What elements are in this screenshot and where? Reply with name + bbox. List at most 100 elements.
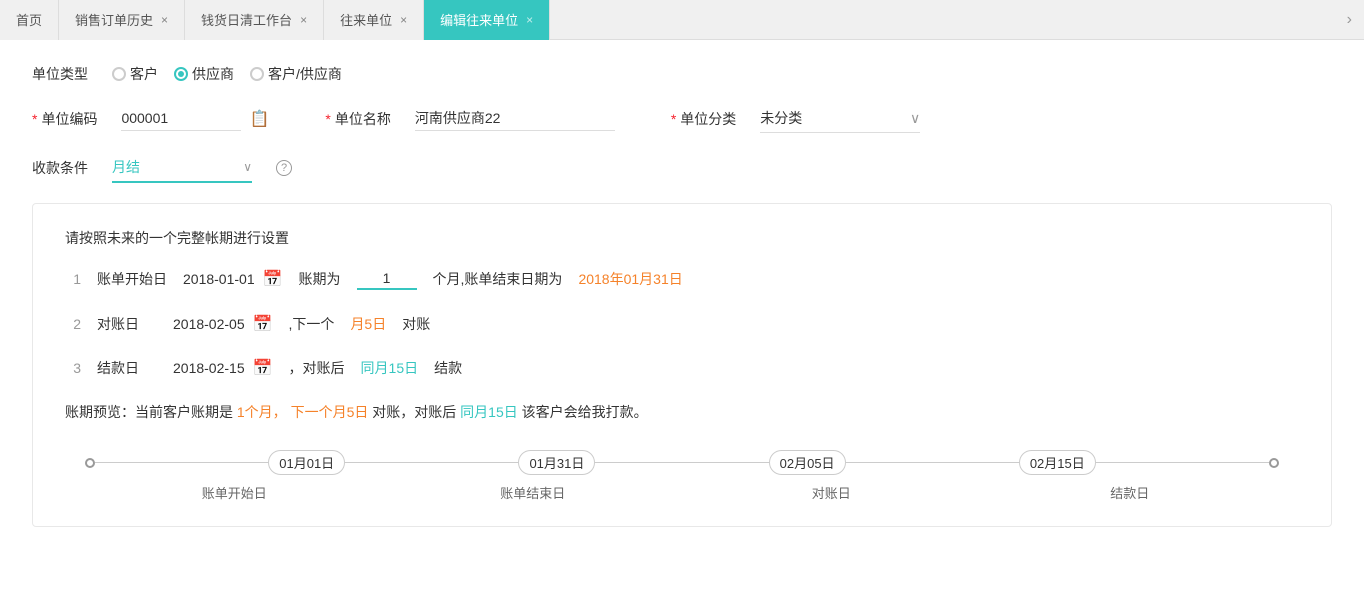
tab-partner-close[interactable]: × (400, 13, 407, 27)
setting-row-2: 2 对账日 2018-02-05 📅 ,下一个 月5日 对账 (65, 314, 1299, 334)
tab-edit-partner[interactable]: 编辑往来单位 × (424, 0, 550, 40)
section-box: 请按照未来的一个完整帐期进行设置 1 账单开始日 2018-01-01 📅 账期… (32, 203, 1332, 527)
code-field-wrap: 📋 (121, 106, 269, 131)
start-date-wrap: 2018-01-01 📅 (183, 269, 283, 289)
radio-both[interactable]: 客户/供应商 (250, 64, 342, 84)
tab-partner-label: 往来单位 (340, 10, 392, 29)
timeline-line-5 (1096, 462, 1269, 463)
radio-supplier[interactable]: 供应商 (174, 64, 234, 84)
preview-h3: 同月15日 (460, 404, 518, 420)
row3-highlight1: 同月15日 (361, 358, 419, 378)
code-label: *单位编码 (32, 109, 97, 129)
row2-desc1: ,下一个 (289, 314, 335, 334)
timeline-tag-4: 02月15日 (1019, 450, 1096, 475)
name-required: * (325, 111, 330, 127)
name-label: *单位名称 (325, 109, 390, 129)
tab-edit-partner-label: 编辑往来单位 (440, 10, 518, 29)
timeline-tag-3: 02月05日 (769, 450, 846, 475)
tabs-bar: 首页 销售订单历史 × 钱货日清工作台 × 往来单位 × 编辑往来单位 × › (0, 0, 1364, 40)
row1-desc-before: 账期为 (299, 269, 341, 289)
category-dropdown[interactable]: 未分类 ∨ (760, 104, 920, 133)
timeline-node-2: 01月31日 (518, 450, 595, 475)
code-input[interactable] (121, 106, 241, 131)
timeline-node-3: 02月05日 (769, 450, 846, 475)
radio-both-label: 客户/供应商 (268, 64, 342, 84)
payment-row: 收款条件 月结 ∨ ? (32, 153, 1332, 183)
preview-prefix: 账期预览：当前客户账期是 (65, 404, 233, 420)
row-num-2: 2 (65, 316, 81, 332)
start-date-value: 2018-01-01 (183, 271, 255, 287)
row1-desc-after: 个月,账单结束日期为 (433, 269, 563, 289)
section-hint: 请按照未来的一个完整帐期进行设置 (65, 228, 1299, 248)
reconcile-date-wrap: 2018-02-05 📅 (173, 314, 273, 334)
tab-arrow-right[interactable]: › (1335, 11, 1364, 29)
radio-customer[interactable]: 客户 (112, 64, 158, 84)
row3-desc2: 结款 (434, 358, 462, 378)
tab-cash-work[interactable]: 钱货日清工作台 × (185, 0, 324, 40)
main-content: 单位类型 客户 供应商 客户/供应商 *单位编码 📋 *单位名称 (0, 40, 1364, 608)
timeline-dot-start (85, 458, 95, 468)
payment-value: 月结 (112, 157, 140, 177)
timeline-label-wrap-3: 对账日 (682, 483, 981, 502)
payment-date-wrap: 2018-02-15 📅 (173, 358, 273, 378)
timeline-line-4 (846, 462, 1019, 463)
timeline-node-4: 02月15日 (1019, 450, 1096, 475)
preview-h2: 下一个月5日 (291, 404, 369, 420)
timeline-node-1: 01月01日 (268, 450, 345, 475)
preview-mid: 对账，对账后 (372, 404, 456, 420)
name-input[interactable] (415, 106, 615, 131)
payment-help-icon[interactable]: ? (276, 160, 292, 176)
radio-customer-label: 客户 (130, 64, 158, 84)
timeline-label-3: 对账日 (812, 483, 851, 502)
category-value: 未分类 (760, 108, 802, 128)
tab-home-label: 首页 (16, 10, 42, 29)
row-label-3: 结款日 (97, 358, 157, 378)
unit-type-label: 单位类型 (32, 64, 88, 84)
timeline-label-wrap-4: 结款日 (981, 483, 1280, 502)
tab-home[interactable]: 首页 (0, 0, 59, 40)
category-required: * (671, 111, 676, 127)
tab-edit-partner-close[interactable]: × (526, 13, 533, 27)
radio-supplier-circle (174, 67, 188, 81)
start-date-icon[interactable]: 📅 (263, 269, 283, 289)
timeline-nodes-row: 01月01日 01月31日 02月05日 02月15日 (65, 450, 1299, 475)
category-chevron-icon: ∨ (910, 110, 920, 127)
row-num-3: 3 (65, 360, 81, 376)
setting-row-3: 3 结款日 2018-02-15 📅 ，对账后 同月15日 结款 (65, 358, 1299, 378)
radio-group: 客户 供应商 客户/供应商 (112, 64, 342, 84)
row1-end-date: 2018年01月31日 (578, 269, 682, 289)
timeline-label-2: 账单结束日 (500, 483, 565, 502)
reconcile-date-icon[interactable]: 📅 (253, 314, 273, 334)
preview-row: 账期预览：当前客户账期是 1个月， 下一个月5日 对账，对账后 同月15日 该客… (65, 402, 1299, 422)
payment-label: 收款条件 (32, 158, 88, 178)
row-label-2: 对账日 (97, 314, 157, 334)
timeline-line-2 (345, 462, 518, 463)
timeline-label-wrap-1: 账单开始日 (85, 483, 384, 502)
payment-date-value: 2018-02-15 (173, 360, 245, 376)
info-row: *单位编码 📋 *单位名称 *单位分类 未分类 ∨ (32, 104, 1332, 133)
tab-cash-work-label: 钱货日清工作台 (201, 10, 292, 29)
timeline-line-1 (95, 462, 268, 463)
radio-supplier-label: 供应商 (192, 64, 234, 84)
tab-sales-history-close[interactable]: × (161, 13, 168, 27)
timeline-labels-row: 账单开始日 账单结束日 对账日 结款日 (65, 475, 1299, 502)
timeline-tag-1: 01月01日 (268, 450, 345, 475)
period-months-input[interactable] (357, 268, 417, 290)
tab-partner[interactable]: 往来单位 × (324, 0, 424, 40)
row2-highlight1: 月5日 (350, 314, 386, 334)
tab-sales-history[interactable]: 销售订单历史 × (59, 0, 185, 40)
row-num-1: 1 (65, 271, 81, 287)
payment-dropdown[interactable]: 月结 ∨ (112, 153, 252, 183)
tab-sales-history-label: 销售订单历史 (75, 10, 153, 29)
timeline-tag-2: 01月31日 (518, 450, 595, 475)
preview-h1: 1个月， (237, 404, 287, 420)
tab-cash-work-close[interactable]: × (300, 13, 307, 27)
reconcile-date-value: 2018-02-05 (173, 316, 245, 332)
payment-date-icon[interactable]: 📅 (253, 358, 273, 378)
code-lookup-icon[interactable]: 📋 (249, 109, 269, 129)
timeline-label-4: 结款日 (1110, 483, 1149, 502)
payment-dropdown-arrow: ∨ (243, 160, 252, 174)
row3-desc1: ，对账后 (289, 358, 345, 378)
timeline-line-3 (595, 462, 768, 463)
radio-both-circle (250, 67, 264, 81)
